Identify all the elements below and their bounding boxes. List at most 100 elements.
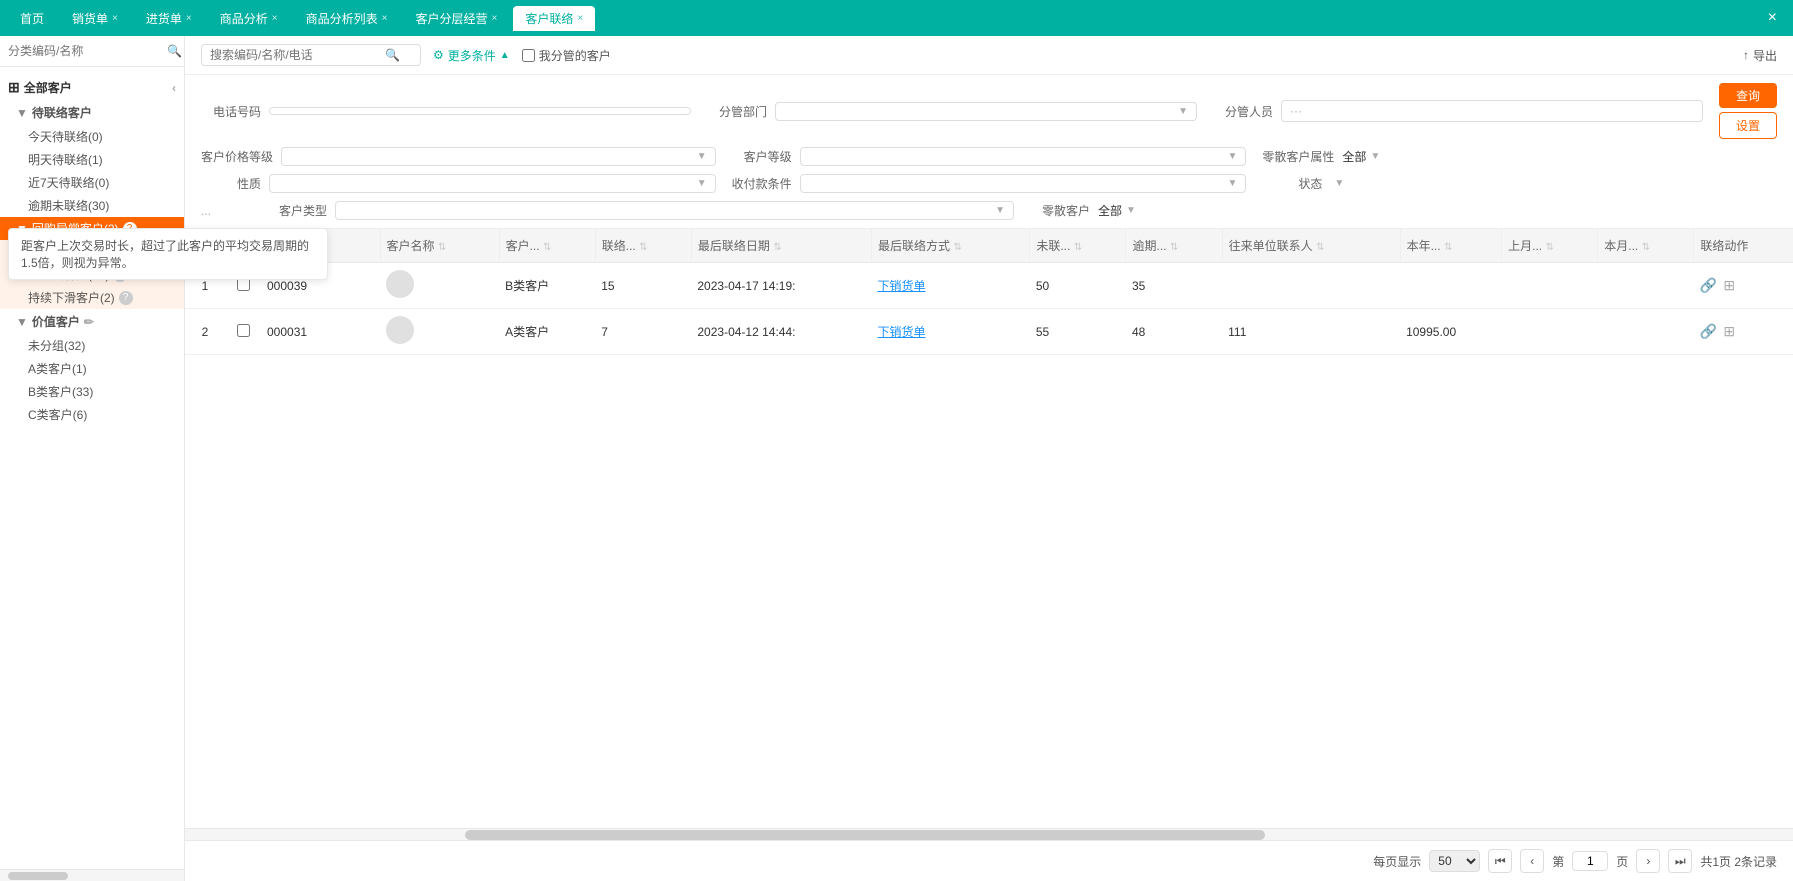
tab-customer-contact[interactable]: 客户联络 ×: [513, 6, 595, 31]
table-row: 2 000031 A类客户 7 2023-04-12 14:44:: [185, 309, 1793, 355]
close-product-analysis-list[interactable]: ×: [382, 13, 388, 24]
declining-help-icon[interactable]: ?: [119, 291, 133, 305]
col-current-year-sort[interactable]: ⇅: [1444, 242, 1452, 253]
per-page-select[interactable]: 50 20 100: [1429, 850, 1480, 872]
row1-method-link[interactable]: 下销货单: [878, 279, 926, 293]
value-customer-edit-icon[interactable]: ✏: [84, 315, 94, 329]
item-a-class[interactable]: A类客户(1): [0, 357, 184, 380]
row2-check[interactable]: [225, 309, 261, 355]
tab-home[interactable]: 首页: [8, 6, 56, 31]
sidebar-search-icon[interactable]: 🔍: [167, 44, 182, 58]
tab-purchase-order[interactable]: 进货单 ×: [134, 6, 204, 31]
prev-page-button[interactable]: ‹: [1520, 849, 1544, 873]
retail-attr-select[interactable]: 全部 ▼: [1342, 148, 1380, 165]
first-page-button[interactable]: ⏮: [1488, 849, 1512, 873]
page-number-input[interactable]: [1572, 851, 1608, 871]
status-select[interactable]: ▼: [1330, 178, 1344, 189]
manager-label: 分管人员: [1213, 103, 1273, 120]
customer-level-label: 客户等级: [732, 148, 792, 165]
row2-link-icon[interactable]: 🔗: [1700, 323, 1717, 340]
item-ungrouped[interactable]: 未分组(32): [0, 334, 184, 357]
last-page-button[interactable]: ⏭: [1668, 849, 1692, 873]
gender-select[interactable]: ▼: [269, 174, 716, 193]
page-suffix: 页: [1616, 853, 1628, 870]
tab-product-analysis[interactable]: 商品分析 ×: [208, 6, 290, 31]
close-purchase-order[interactable]: ×: [186, 13, 192, 24]
col-name-sort[interactable]: ⇅: [438, 242, 446, 253]
more-filters-button[interactable]: ⚙ 更多条件 ▲: [433, 47, 510, 64]
collapse-arrow: ‹: [172, 81, 176, 95]
row1-grid-icon[interactable]: ⊞: [1723, 277, 1735, 294]
collapse-icon: ⊞: [8, 79, 20, 96]
next-page-button[interactable]: ›: [1636, 849, 1660, 873]
item-tomorrow-pending[interactable]: 明天待联络(1): [0, 148, 184, 171]
section-value-customer[interactable]: ▼ 价值客户 ✏: [0, 309, 184, 334]
filter-price-level: 客户价格等级 ▼: [201, 147, 716, 166]
export-icon: ↑: [1743, 48, 1749, 62]
close-customer-stratified[interactable]: ×: [491, 13, 497, 24]
table-wrap[interactable]: ⚙ 客户编码 ⇅ 客户名称 ⇅: [185, 229, 1793, 828]
payment-terms-select[interactable]: ▼: [800, 174, 1247, 193]
sidebar-tree: ⊞ 全部客户 ‹ ▼ 待联络客户 今天待联络(0) 明天待联络(1) 近7天待联…: [0, 67, 184, 869]
search-box: 🔍: [201, 44, 421, 66]
search-icon[interactable]: 🔍: [385, 48, 400, 62]
col-contact-person-sort[interactable]: ⇅: [1316, 242, 1324, 253]
tab-customer-stratified[interactable]: 客户分层经营 ×: [403, 6, 509, 31]
item-overdue-pending[interactable]: 逾期未联络(30): [0, 194, 184, 217]
item-7days-pending[interactable]: 近7天待联络(0): [0, 171, 184, 194]
scrollbar-thumb[interactable]: [465, 830, 1265, 840]
col-last-month-sort[interactable]: ⇅: [1545, 242, 1553, 253]
item-declining[interactable]: 持续下滑客户(2) ?: [0, 286, 184, 309]
row2-method-link[interactable]: 下销货单: [878, 325, 926, 339]
col-overdue-sort[interactable]: ⇅: [1170, 242, 1178, 253]
item-b-class[interactable]: B类客户(33): [0, 380, 184, 403]
tab-product-analysis-list[interactable]: 商品分析列表 ×: [294, 6, 400, 31]
customer-level-select[interactable]: ▼: [800, 147, 1247, 166]
my-customer-checkbox-area[interactable]: 我分管的客户: [522, 47, 611, 64]
filter-row-4: ... 客户类型 ▼ 零散客户 全部 ▼: [201, 201, 1777, 220]
close-product-analysis[interactable]: ×: [272, 13, 278, 24]
close-customer-contact[interactable]: ×: [577, 13, 583, 24]
col-unread-sort[interactable]: ⇅: [1074, 242, 1082, 253]
close-sales-order[interactable]: ×: [112, 13, 118, 24]
close-all-tabs[interactable]: ×: [1768, 9, 1777, 27]
section-pending-contact[interactable]: ▼ 待联络客户: [0, 100, 184, 125]
item-7days-label: 近7天待联络(0): [28, 174, 109, 191]
row2-checkbox[interactable]: [237, 324, 250, 337]
phone-input[interactable]: [269, 107, 691, 115]
col-type-sort[interactable]: ⇅: [543, 242, 551, 253]
export-button[interactable]: ↑ 导出: [1743, 47, 1777, 64]
query-button[interactable]: 查询: [1719, 83, 1777, 108]
col-last-date-header: 最后联络日期 ⇅: [691, 229, 871, 263]
payment-terms-chevron: ▼: [1227, 178, 1237, 189]
col-last-date-sort[interactable]: ⇅: [773, 242, 781, 253]
sidebar-search-input[interactable]: [8, 44, 163, 58]
search-input[interactable]: [210, 48, 385, 62]
customer-type-select[interactable]: ▼: [335, 201, 1014, 220]
tree-root-all-customers[interactable]: ⊞ 全部客户 ‹: [0, 75, 184, 100]
row2-grid-icon[interactable]: ⊞: [1723, 323, 1735, 340]
col-last-method-sort[interactable]: ⇅: [953, 242, 961, 253]
manager-input[interactable]: ···: [1281, 100, 1703, 122]
export-label: 导出: [1753, 47, 1777, 64]
price-level-select[interactable]: ▼: [281, 147, 716, 166]
settings-button[interactable]: 设置: [1719, 112, 1777, 139]
col-this-month-sort[interactable]: ⇅: [1642, 242, 1650, 253]
item-today-pending[interactable]: 今天待联络(0): [0, 125, 184, 148]
dept-select[interactable]: ▼: [775, 102, 1197, 121]
filter-actions: 查询 设置: [1719, 83, 1777, 139]
manager-dots: ···: [1290, 104, 1302, 118]
table-horizontal-scrollbar[interactable]: [185, 828, 1793, 840]
col-contact-sort[interactable]: ⇅: [639, 242, 647, 253]
my-customer-checkbox[interactable]: [522, 49, 535, 62]
item-c-class[interactable]: C类客户(6): [0, 403, 184, 426]
row1-link-icon[interactable]: 🔗: [1700, 277, 1717, 294]
more-dots-expand[interactable]: ...: [201, 204, 211, 218]
retail-customer-select[interactable]: 全部 ▼: [1098, 202, 1136, 219]
col-actions-label: 联络动作: [1700, 239, 1748, 253]
col-actions-header: 联络动作: [1694, 229, 1793, 263]
row2-name: [380, 309, 499, 355]
row2-code: 000031: [261, 309, 380, 355]
col-last-month-header: 上月... ⇅: [1502, 229, 1598, 263]
tab-sales-order[interactable]: 销货单 ×: [60, 6, 130, 31]
